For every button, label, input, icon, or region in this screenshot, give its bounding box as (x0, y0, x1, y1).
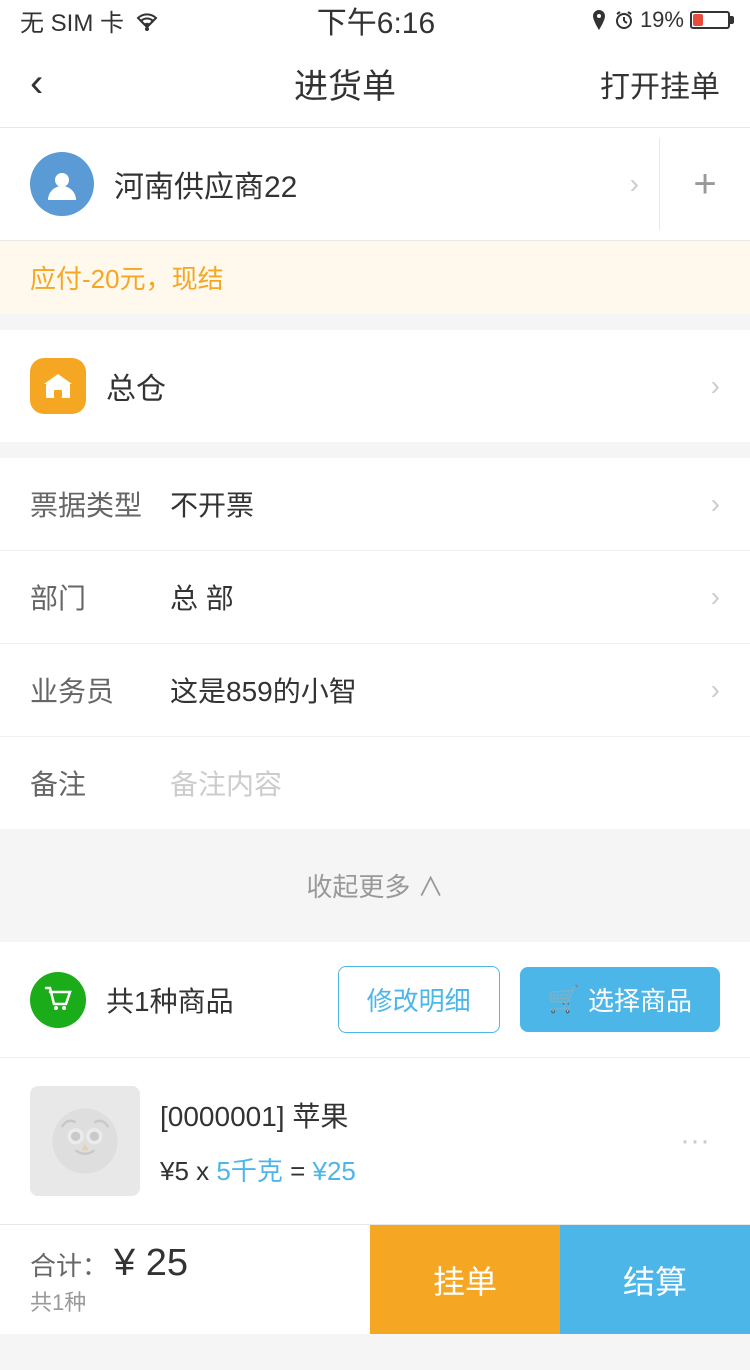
remark-label: 备注 (30, 763, 170, 803)
warehouse-row[interactable]: 总仓 › (0, 330, 750, 442)
page-title: 进货单 (294, 59, 396, 108)
collapse-button[interactable]: 收起更多 ∧ (0, 845, 750, 926)
supplier-add-button[interactable]: + (660, 128, 750, 240)
status-bar: 无 SIM 卡 下午6:16 19% (0, 0, 750, 40)
supplier-chevron-icon: › (630, 168, 639, 200)
remark-value: 备注内容 (170, 763, 720, 803)
salesperson-value: 这是859的小智 (170, 670, 711, 710)
select-product-button[interactable]: 🛒 选择商品 (520, 967, 720, 1032)
total-sub: 共1种 (30, 1285, 340, 1317)
total-amount: ¥ 25 (114, 1242, 188, 1285)
product-name: [0000001] 苹果 (160, 1095, 650, 1135)
carrier-label: 无 SIM 卡 (20, 3, 124, 38)
select-product-icon: 🛒 (548, 984, 580, 1015)
warehouse-icon-wrap (30, 358, 86, 414)
battery-icon (690, 11, 730, 29)
product-unit-price: ¥5 x (160, 1156, 216, 1186)
product-thumbnail (30, 1086, 140, 1196)
supplier-avatar (30, 152, 94, 216)
bottom-total: 合计： ¥ 25 共1种 (0, 1225, 370, 1334)
bottom-total-row: 合计： ¥ 25 (30, 1242, 340, 1285)
status-bar-time: 下午6:16 (317, 0, 435, 42)
product-item: [0000001] 苹果 ¥5 x 5千克 = ¥25 ··· (0, 1058, 750, 1224)
notice-bar: 应付-20元，现结 (0, 241, 750, 314)
product-header: 共1种商品 修改明细 🛒 选择商品 (0, 942, 750, 1058)
total-label: 合计： (30, 1246, 108, 1283)
supplier-name: 河南供应商22 (114, 162, 610, 206)
product-total: ¥25 (312, 1156, 355, 1186)
product-count: 共1种商品 (106, 980, 318, 1020)
notice-text: 应付-20元，现结 (30, 264, 224, 294)
product-info: [0000001] 苹果 ¥5 x 5千克 = ¥25 (160, 1095, 650, 1188)
alarm-icon (614, 10, 634, 30)
warehouse-name: 总仓 (106, 364, 711, 408)
location-icon (590, 10, 608, 30)
back-button[interactable]: ‹ (30, 61, 90, 106)
salesperson-chevron-icon: › (711, 674, 720, 706)
battery-label: 19% (640, 7, 684, 33)
salesperson-row[interactable]: 业务员 这是859的小智 › (0, 644, 750, 737)
product-equals: = (283, 1156, 313, 1186)
status-bar-left: 无 SIM 卡 (20, 3, 162, 38)
department-label: 部门 (30, 577, 170, 617)
salesperson-label: 业务员 (30, 670, 170, 710)
product-thumb-inner (30, 1086, 140, 1196)
warehouse-icon (42, 370, 74, 402)
owl-logo-icon (50, 1106, 120, 1176)
invoice-type-chevron-icon: › (711, 488, 720, 520)
cart-icon (42, 984, 74, 1016)
invoice-type-value: 不开票 (170, 484, 711, 524)
department-chevron-icon: › (711, 581, 720, 613)
invoice-type-row[interactable]: 票据类型 不开票 › (0, 458, 750, 551)
bottom-bar: 合计： ¥ 25 共1种 挂单 结算 (0, 1224, 750, 1334)
nav-bar: ‹ 进货单 打开挂单 (0, 40, 750, 128)
invoice-type-label: 票据类型 (30, 484, 170, 524)
department-row[interactable]: 部门 总 部 › (0, 551, 750, 644)
form-section: 票据类型 不开票 › 部门 总 部 › 业务员 这是859的小智 › 备注 备注… (0, 458, 750, 829)
product-section: 共1种商品 修改明细 🛒 选择商品 (0, 942, 750, 1224)
product-quantity: 5千克 (216, 1156, 282, 1186)
remark-row[interactable]: 备注 备注内容 (0, 737, 750, 829)
product-header-icon-wrap (30, 972, 86, 1028)
checkout-button[interactable]: 结算 (560, 1225, 750, 1334)
supplier-section: 河南供应商22 › + (0, 128, 750, 241)
warehouse-chevron-icon: › (711, 370, 720, 402)
select-product-label: 选择商品 (588, 981, 692, 1018)
hang-button[interactable]: 挂单 (370, 1225, 560, 1334)
department-value: 总 部 (170, 577, 711, 617)
main-content: 河南供应商22 › + 应付-20元，现结 总仓 › 票据类型 不开票 (0, 128, 750, 1370)
open-pending-button[interactable]: 打开挂单 (600, 62, 720, 106)
product-price: ¥5 x 5千克 = ¥25 (160, 1151, 650, 1188)
supplier-selector[interactable]: 河南供应商22 › (0, 128, 659, 240)
status-bar-right: 19% (590, 7, 730, 33)
person-icon (44, 166, 80, 202)
wifi-icon (132, 9, 162, 31)
product-more-button[interactable]: ··· (670, 1114, 720, 1168)
collapse-label: 收起更多 ∧ (306, 867, 443, 904)
edit-detail-button[interactable]: 修改明细 (338, 966, 500, 1033)
warehouse-section: 总仓 › (0, 330, 750, 442)
